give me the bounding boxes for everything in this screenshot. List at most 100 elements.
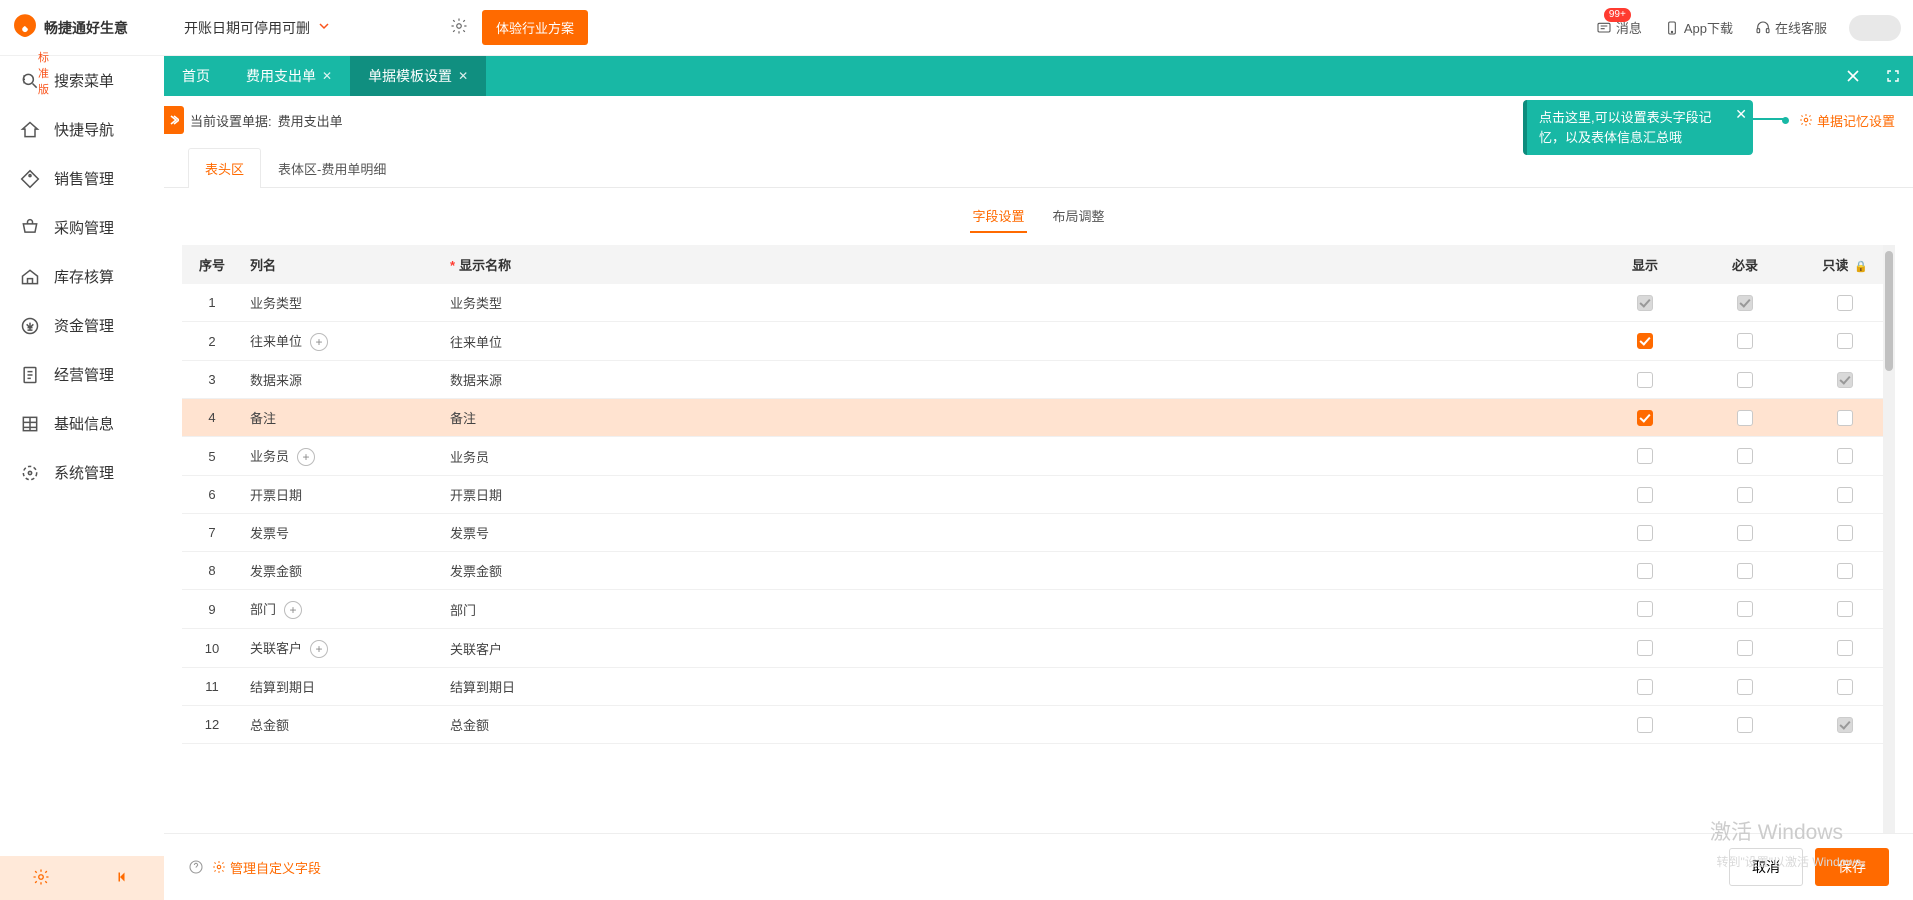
cell-show bbox=[1595, 399, 1695, 437]
checkbox[interactable] bbox=[1737, 563, 1753, 579]
tab-close-icon[interactable]: ✕ bbox=[322, 69, 332, 83]
checkbox[interactable] bbox=[1637, 640, 1653, 656]
cell-display[interactable]: 发票号 bbox=[442, 514, 1595, 552]
sidebar-item-4[interactable]: 库存核算 bbox=[0, 252, 164, 301]
tab-2[interactable]: 单据模板设置✕ bbox=[350, 56, 486, 96]
checkbox[interactable] bbox=[1637, 525, 1653, 541]
tab-1[interactable]: 费用支出单✕ bbox=[228, 56, 350, 96]
checkbox[interactable] bbox=[1637, 717, 1653, 733]
app-download-link[interactable]: App下载 bbox=[1664, 18, 1733, 37]
add-field-icon[interactable]: + bbox=[310, 640, 328, 658]
checkbox[interactable] bbox=[1837, 640, 1853, 656]
table-row[interactable]: 6开票日期开票日期 bbox=[182, 476, 1895, 514]
area-tab-0[interactable]: 表头区 bbox=[188, 148, 261, 188]
sub-tab-1[interactable]: 布局调整 bbox=[1051, 200, 1107, 233]
help-icon[interactable] bbox=[188, 859, 204, 875]
table-row[interactable]: 1业务类型业务类型 bbox=[182, 284, 1895, 322]
checkbox[interactable] bbox=[1837, 295, 1853, 311]
vertical-scrollbar[interactable] bbox=[1883, 245, 1895, 833]
checkbox[interactable] bbox=[1737, 448, 1753, 464]
cell-display[interactable]: 总金额 bbox=[442, 706, 1595, 744]
checkbox[interactable] bbox=[1637, 487, 1653, 503]
sidebar-item-3[interactable]: 采购管理 bbox=[0, 203, 164, 252]
tab-close-all-icon[interactable] bbox=[1833, 56, 1873, 96]
sub-tab-0[interactable]: 字段设置 bbox=[970, 200, 1026, 233]
sidebar-settings-gear-icon[interactable] bbox=[32, 868, 50, 889]
global-settings-gear-icon[interactable] bbox=[450, 17, 468, 38]
expand-handle-icon[interactable] bbox=[164, 106, 184, 134]
checkbox[interactable] bbox=[1637, 563, 1653, 579]
cell-seq: 11 bbox=[182, 668, 242, 706]
fullscreen-icon[interactable] bbox=[1873, 56, 1913, 96]
cell-display[interactable]: 结算到期日 bbox=[442, 668, 1595, 706]
checkbox[interactable] bbox=[1737, 487, 1753, 503]
sidebar-item-2[interactable]: 销售管理 bbox=[0, 154, 164, 203]
table-row[interactable]: 4备注备注 bbox=[182, 399, 1895, 437]
cell-display[interactable]: 数据来源 bbox=[442, 361, 1595, 399]
checkbox[interactable] bbox=[1837, 679, 1853, 695]
checkbox[interactable] bbox=[1837, 525, 1853, 541]
sidebar-collapse-icon[interactable] bbox=[114, 868, 132, 889]
messages-link[interactable]: 99+ 消息 bbox=[1596, 18, 1642, 37]
cell-display[interactable]: 开票日期 bbox=[442, 476, 1595, 514]
table-row[interactable]: 8发票金额发票金额 bbox=[182, 552, 1895, 590]
add-field-icon[interactable]: + bbox=[284, 601, 302, 619]
manage-custom-fields-link[interactable]: 管理自定义字段 bbox=[212, 858, 321, 877]
table-row[interactable]: 9部门+部门 bbox=[182, 590, 1895, 629]
account-selector[interactable]: 开账日期可停用可删 bbox=[184, 18, 444, 38]
table-row[interactable]: 3数据来源数据来源 bbox=[182, 361, 1895, 399]
experience-industry-button[interactable]: 体验行业方案 bbox=[482, 10, 588, 45]
checkbox[interactable] bbox=[1737, 333, 1753, 349]
checkbox[interactable] bbox=[1637, 601, 1653, 617]
table-row[interactable]: 5业务员+业务员 bbox=[182, 437, 1895, 476]
sidebar-item-5[interactable]: 资金管理 bbox=[0, 301, 164, 350]
checkbox[interactable] bbox=[1637, 679, 1653, 695]
tooltip-close-icon[interactable]: ✕ bbox=[1735, 104, 1747, 125]
checkbox[interactable] bbox=[1737, 410, 1753, 426]
checkbox[interactable] bbox=[1637, 410, 1653, 426]
checkbox[interactable] bbox=[1737, 601, 1753, 617]
checkbox[interactable] bbox=[1637, 372, 1653, 388]
document-memory-settings-link[interactable]: 单据记忆设置 bbox=[1782, 111, 1913, 130]
checkbox[interactable] bbox=[1737, 717, 1753, 733]
table-row[interactable]: 10关联客户+关联客户 bbox=[182, 629, 1895, 668]
cell-display[interactable]: 业务员 bbox=[442, 437, 1595, 476]
avatar[interactable] bbox=[1849, 15, 1901, 41]
cell-display[interactable]: 关联客户 bbox=[442, 629, 1595, 668]
checkbox[interactable] bbox=[1737, 679, 1753, 695]
checkbox[interactable] bbox=[1637, 448, 1653, 464]
add-field-icon[interactable]: + bbox=[297, 448, 315, 466]
cell-display[interactable]: 发票金额 bbox=[442, 552, 1595, 590]
sidebar-item-1[interactable]: 快捷导航 bbox=[0, 105, 164, 154]
sidebar-item-7[interactable]: 基础信息 bbox=[0, 399, 164, 448]
table-row[interactable]: 2往来单位+往来单位 bbox=[182, 322, 1895, 361]
save-button[interactable]: 保存 bbox=[1815, 848, 1889, 886]
tab-close-icon[interactable]: ✕ bbox=[458, 69, 468, 83]
sidebar-item-6[interactable]: 经营管理 bbox=[0, 350, 164, 399]
checkbox[interactable] bbox=[1837, 448, 1853, 464]
cell-readonly bbox=[1795, 437, 1895, 476]
table-row[interactable]: 7发票号发票号 bbox=[182, 514, 1895, 552]
tab-0[interactable]: 首页 bbox=[164, 56, 228, 96]
cell-display[interactable]: 备注 bbox=[442, 399, 1595, 437]
cancel-button[interactable]: 取消 bbox=[1729, 848, 1803, 886]
checkbox[interactable] bbox=[1837, 487, 1853, 503]
checkbox[interactable] bbox=[1837, 333, 1853, 349]
checkbox[interactable] bbox=[1737, 525, 1753, 541]
checkbox[interactable] bbox=[1737, 372, 1753, 388]
sidebar-item-8[interactable]: 系统管理 bbox=[0, 448, 164, 497]
table-row[interactable]: 12总金额总金额 bbox=[182, 706, 1895, 744]
cell-display[interactable]: 往来单位 bbox=[442, 322, 1595, 361]
checkbox[interactable] bbox=[1837, 410, 1853, 426]
table-row[interactable]: 11结算到期日结算到期日 bbox=[182, 668, 1895, 706]
sidebar-item-0[interactable]: 搜索菜单 bbox=[0, 56, 164, 105]
checkbox[interactable] bbox=[1837, 601, 1853, 617]
area-tab-1[interactable]: 表体区-费用单明细 bbox=[261, 148, 403, 188]
checkbox[interactable] bbox=[1737, 640, 1753, 656]
checkbox[interactable] bbox=[1837, 563, 1853, 579]
add-field-icon[interactable]: + bbox=[310, 333, 328, 351]
cell-display[interactable]: 部门 bbox=[442, 590, 1595, 629]
cell-display[interactable]: 业务类型 bbox=[442, 284, 1595, 322]
online-customer-service-link[interactable]: 在线客服 bbox=[1755, 18, 1827, 37]
checkbox[interactable] bbox=[1637, 333, 1653, 349]
